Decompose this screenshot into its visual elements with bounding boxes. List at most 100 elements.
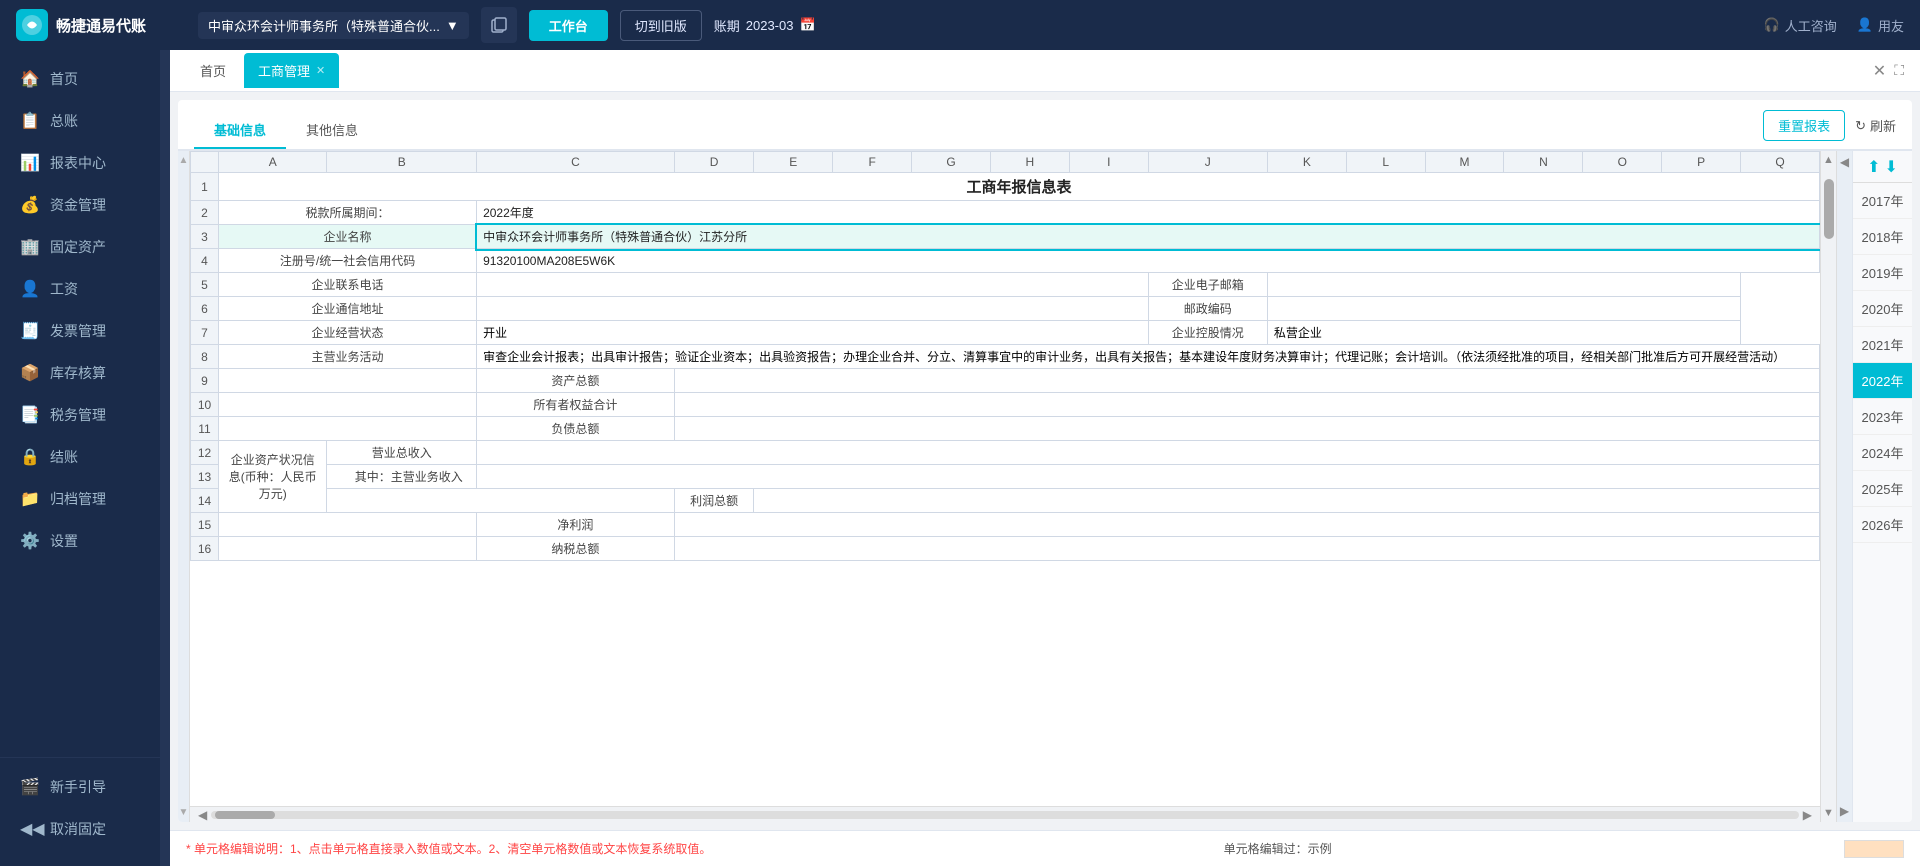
sidebar-item-report[interactable]: 📊报表中心 [0, 142, 170, 184]
sidebar-label-settings: 设置 [50, 531, 78, 551]
sidebar-item-settings[interactable]: ⚙️设置 [0, 520, 170, 562]
row-12-value[interactable] [477, 441, 1820, 465]
logo-area: 畅捷通易代账 [16, 9, 186, 41]
sidebar-label-home: 首页 [50, 69, 78, 89]
v-scroll-track[interactable] [1821, 169, 1836, 804]
col-header-C: C [477, 152, 675, 173]
refresh-button[interactable]: ↻ 刷新 [1855, 116, 1896, 135]
sidebar-item-ledger[interactable]: 📋总账 [0, 100, 170, 142]
v-scroll-up[interactable]: ▲ [1821, 151, 1836, 169]
user-area[interactable]: 👤 用友 [1857, 16, 1904, 35]
row-6-right-value[interactable] [1267, 297, 1740, 321]
v-scroll-thumb[interactable] [1824, 179, 1834, 239]
row-15-value[interactable] [674, 513, 1819, 537]
close-icon[interactable]: ✕ [1873, 61, 1886, 81]
period-value: 2023-03 [746, 18, 794, 33]
sidebar-item-home[interactable]: 🏠首页 [0, 58, 170, 100]
reset-report-button[interactable]: 重置报表 [1763, 110, 1845, 141]
sidebar-item-payroll[interactable]: 👤工资 [0, 268, 170, 310]
row-9-value[interactable] [674, 369, 1819, 393]
company-name: 中审众环会计师事务所（特殊普通合伙... [208, 16, 440, 35]
old-version-button[interactable]: 切到旧版 [620, 10, 702, 41]
scroll-left-arrow[interactable]: ◀ [194, 808, 211, 822]
sidebar-item-tax[interactable]: 📑税务管理 [0, 394, 170, 436]
year-item-2022[interactable]: 2022年 [1853, 363, 1912, 399]
year-item-2020[interactable]: 2020年 [1853, 291, 1912, 327]
table-row-14: 14利润总额 [191, 489, 1820, 513]
sidebar-item-close[interactable]: 🔒 结账 [0, 436, 170, 478]
year-item-2025[interactable]: 2025年 [1853, 471, 1912, 507]
sidebar-item-invoice[interactable]: 🧾发票管理 [0, 310, 170, 352]
h-scroll-track[interactable] [211, 811, 1799, 819]
h-scrollbar[interactable]: ◀ ▶ [190, 806, 1820, 822]
year-item-2019[interactable]: 2019年 [1853, 255, 1912, 291]
sidebar-item-asset[interactable]: 🏢固定资产 [0, 226, 170, 268]
row-7-right-value[interactable]: 私营企业 [1267, 321, 1740, 345]
year-item-2021[interactable]: 2021年 [1853, 327, 1912, 363]
copy-icon-btn[interactable] [481, 7, 517, 43]
tab-bizreg[interactable]: 工商管理 ✕ [244, 53, 339, 88]
row-14-value[interactable] [754, 489, 1820, 513]
sidebar-bottom: 🎬 新手引导 ◀◀ 取消固定 [0, 757, 170, 858]
sidebar-icon-archive: 📁 [20, 489, 40, 509]
row-8-value[interactable]: 审查企业会计报表；出具审计报告；验证企业资本；出具验资报告；办理企业合并、分立、… [477, 345, 1820, 369]
row-4-value[interactable]: 91320100MA208E5W6K [477, 249, 1820, 273]
row-10-merged-left [219, 393, 477, 417]
sub-tab-other[interactable]: 其他信息 [286, 112, 378, 149]
spreadsheet-main: ABCDEFGHIJKLMNOPQ1工商年报信息表2税款所属期间：2022年度3… [190, 151, 1820, 822]
row-6-left-value[interactable] [477, 297, 1149, 321]
h-scroll-thumb[interactable] [215, 811, 275, 819]
sidebar-item-unpin[interactable]: ◀◀ 取消固定 [0, 808, 170, 850]
year-item-2017[interactable]: 2017年 [1853, 183, 1912, 219]
panel-expand-icon[interactable]: ▶ [1840, 804, 1849, 818]
v-scrollbar[interactable]: ▲ ▼ [1820, 151, 1836, 822]
year-down-arrow[interactable]: ⬇ [1885, 157, 1898, 177]
maximize-icon[interactable]: ⛶ [1894, 62, 1904, 79]
scroll-down-arrow[interactable]: ▼ [179, 807, 189, 818]
year-item-2023[interactable]: 2023年 [1853, 399, 1912, 435]
sidebar-item-archive[interactable]: 📁归档管理 [0, 478, 170, 520]
row-3-value[interactable]: 中审众环会计师事务所（特殊普通合伙）江苏分所 [477, 225, 1820, 249]
row-14-label: 利润总额 [674, 489, 754, 513]
row-num-9: 9 [191, 369, 219, 393]
sidebar-item-inventory[interactable]: 📦库存核算 [0, 352, 170, 394]
row-5-left-value[interactable] [477, 273, 1149, 297]
year-item-2024[interactable]: 2024年 [1853, 435, 1912, 471]
scroll-up-arrow[interactable]: ▲ [179, 155, 189, 166]
table-row-8: 8主营业务活动审查企业会计报表；出具审计报告；验证企业资本；出具验资报告；办理企… [191, 345, 1820, 369]
tab-home[interactable]: 首页 [186, 53, 240, 88]
row-7-left-value[interactable]: 开业 [477, 321, 1149, 345]
calendar-icon[interactable]: 📅 [799, 17, 815, 33]
row-2-value[interactable]: 2022年度 [477, 201, 1820, 225]
workbench-button[interactable]: 工作台 [529, 10, 608, 41]
row-13-value[interactable] [477, 465, 1820, 489]
row-num-6: 6 [191, 297, 219, 321]
consulting-button[interactable]: 🎧 人工咨询 [1764, 16, 1837, 35]
row-16-value[interactable] [674, 537, 1819, 561]
year-item-2026[interactable]: 2026年 [1853, 507, 1912, 543]
row-16-merged-left [219, 537, 477, 561]
year-panel-header: ⬆ ⬇ [1853, 151, 1912, 183]
sidebar-item-fund[interactable]: 💰资金管理 [0, 184, 170, 226]
sub-tab-basic[interactable]: 基础信息 [194, 112, 286, 149]
sidebar-icon-close: 🔒 [20, 447, 40, 467]
panel-collapse-icon[interactable]: ◀ [1840, 155, 1849, 169]
year-item-2018[interactable]: 2018年 [1853, 219, 1912, 255]
row-12-right-label: 营业总收入 [327, 441, 477, 465]
row-num-4: 4 [191, 249, 219, 273]
year-up-arrow[interactable]: ⬆ [1867, 157, 1880, 177]
row-11-value[interactable] [674, 417, 1819, 441]
scroll-right-arrow[interactable]: ▶ [1799, 808, 1816, 822]
sidebar-item-new-guide[interactable]: 🎬 新手引导 [0, 766, 170, 808]
sidebar-label-close: 结账 [50, 447, 78, 467]
left-scroll-handle[interactable]: ▲ ▼ [178, 151, 190, 822]
table-scroll-wrapper[interactable]: ABCDEFGHIJKLMNOPQ1工商年报信息表2税款所属期间：2022年度3… [190, 151, 1820, 806]
row-11-merged-left [219, 417, 477, 441]
v-scroll-down[interactable]: ▼ [1821, 804, 1836, 822]
tab-close-icon[interactable]: ✕ [316, 64, 325, 77]
row-5-right-value[interactable] [1267, 273, 1740, 297]
row-10-value[interactable] [674, 393, 1819, 417]
table-row-3: 3企业名称中审众环会计师事务所（特殊普通合伙）江苏分所 [191, 225, 1820, 249]
right-panel-handle[interactable]: ◀ ▶ [1836, 151, 1852, 822]
company-selector[interactable]: 中审众环会计师事务所（特殊普通合伙... ▼ [198, 12, 469, 39]
